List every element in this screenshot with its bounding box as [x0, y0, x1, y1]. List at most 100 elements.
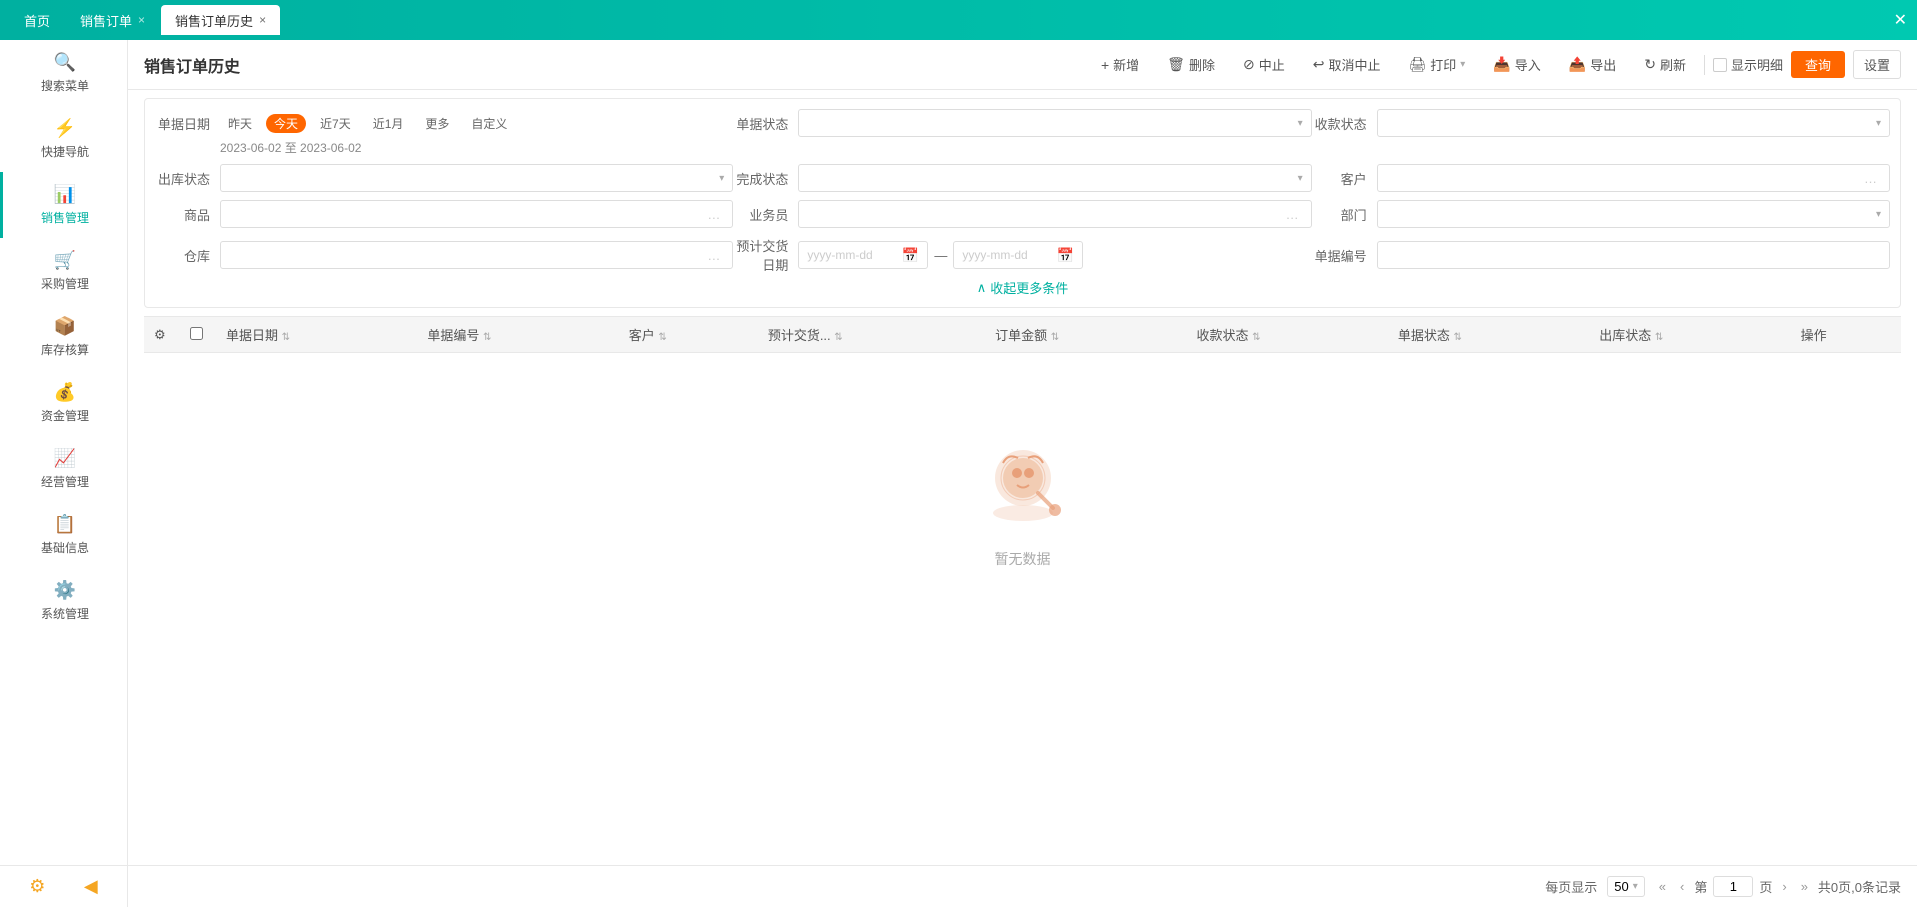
sidebar-item-system[interactable]: ⚙️ 系统管理: [0, 568, 127, 634]
import-button[interactable]: 📥 导入: [1483, 51, 1550, 78]
th-checkbox[interactable]: [180, 317, 216, 353]
salesperson-input[interactable]: …: [798, 200, 1311, 228]
sidebar-inventory-label: 库存核算: [41, 341, 89, 358]
add-icon: +: [1101, 57, 1109, 73]
th-settings[interactable]: ⚙: [144, 317, 180, 353]
tab-sales-order-close[interactable]: ×: [138, 13, 145, 27]
complete-arrow-icon: ▾: [1298, 173, 1303, 184]
doc-status-select[interactable]: ▾: [798, 109, 1311, 137]
date-tag-1month[interactable]: 近1月: [365, 114, 412, 133]
department-label: 部门: [1312, 205, 1377, 224]
th-doc-no-sort-icon[interactable]: ⇅: [483, 332, 491, 343]
add-label: 新增: [1113, 55, 1139, 74]
th-customer-sort-icon[interactable]: ⇅: [658, 332, 666, 343]
next-page-button[interactable]: ›: [1778, 877, 1790, 896]
outbound-arrow-icon: ▾: [719, 173, 724, 184]
sidebar-item-basic-info[interactable]: 📋 基础信息: [0, 502, 127, 568]
th-delivery-label: 预计交货...: [768, 328, 831, 343]
show-detail-wrap: 显示明细: [1713, 55, 1783, 74]
last-page-button[interactable]: »: [1797, 877, 1812, 896]
chevron-up-icon: ∧: [977, 280, 987, 296]
sidebar-item-sales[interactable]: 📊 销售管理: [0, 172, 127, 238]
filter-cell-department: 部门 ▾: [1312, 200, 1890, 228]
sidebar-item-finance[interactable]: 💰 资金管理: [0, 370, 127, 436]
cancel-stop-label: 取消中止: [1328, 55, 1380, 74]
export-button[interactable]: 📤 导出: [1559, 51, 1626, 78]
th-doc-no: 单据编号 ⇅: [417, 317, 618, 353]
table-footer: 每页显示 50 ▾ « ‹ 第 页 › » 共0页,0条记录: [128, 865, 1917, 907]
warehouse-input[interactable]: …: [220, 241, 733, 269]
top-bar-right: ✕: [1894, 10, 1907, 30]
th-payment-status-sort-icon[interactable]: ⇅: [1252, 332, 1260, 343]
th-doc-date-sort-icon[interactable]: ⇅: [282, 332, 290, 343]
pagination: « ‹ 第 页 › » 共0页,0条记录: [1655, 876, 1901, 897]
query-button[interactable]: 查询: [1791, 51, 1845, 78]
warehouse-dots-icon[interactable]: …: [703, 248, 724, 263]
page-size-arrow-icon: ▾: [1633, 881, 1638, 892]
sidebar-collapse-icon[interactable]: ◀: [84, 876, 98, 897]
delete-button[interactable]: 🗑 删除: [1157, 51, 1225, 78]
delivery-date-start[interactable]: yyyy-mm-dd 📅: [798, 241, 928, 269]
sidebar-item-search[interactable]: 🔍 搜索菜单: [0, 40, 127, 106]
select-all-checkbox[interactable]: [190, 327, 203, 340]
filter-cell-salesperson: 业务员 …: [733, 200, 1311, 228]
product-input[interactable]: …: [220, 200, 733, 228]
filter-cell-outbound-status: 出库状态 ▾: [155, 164, 733, 192]
page-number-input[interactable]: [1713, 876, 1753, 897]
date-tag-yesterday[interactable]: 昨天: [220, 114, 260, 133]
settings-gear-icon[interactable]: ⚙: [154, 327, 166, 342]
tab-sales-history-close[interactable]: ×: [259, 13, 266, 27]
outbound-select[interactable]: ▾: [220, 164, 733, 192]
date-tag-today[interactable]: 今天: [266, 114, 306, 133]
window-close-icon[interactable]: ✕: [1894, 10, 1907, 30]
show-detail-checkbox[interactable]: [1713, 58, 1727, 72]
settings-button[interactable]: 设置: [1853, 50, 1901, 79]
payment-status-select[interactable]: ▾: [1377, 109, 1890, 137]
sidebar-item-operations[interactable]: 📈 经营管理: [0, 436, 127, 502]
th-delivery-sort-icon[interactable]: ⇅: [834, 332, 842, 343]
print-button[interactable]: 🖨 打印 ▾: [1398, 51, 1475, 78]
page-size-select[interactable]: 50 ▾: [1607, 876, 1645, 897]
department-select[interactable]: ▾: [1377, 200, 1890, 228]
delete-label: 删除: [1189, 55, 1215, 74]
th-doc-status-sort-icon[interactable]: ⇅: [1454, 332, 1462, 343]
th-outbound-status-sort-icon[interactable]: ⇅: [1655, 332, 1663, 343]
filter-cell-payment-status: 收款状态 ▾: [1312, 109, 1890, 137]
date-tag-more[interactable]: 更多: [417, 114, 457, 133]
prev-page-button[interactable]: ‹: [1676, 877, 1688, 896]
th-order-amount-sort-icon[interactable]: ⇅: [1051, 332, 1059, 343]
settings-label: 设置: [1864, 55, 1890, 74]
system-icon: ⚙️: [54, 580, 76, 601]
complete-label: 完成状态: [733, 169, 798, 188]
sidebar-item-purchase[interactable]: 🛒 采购管理: [0, 238, 127, 304]
tab-sales-order[interactable]: 销售订单 ×: [66, 5, 159, 35]
department-content: ▾: [1377, 200, 1890, 228]
doc-no-input[interactable]: [1377, 241, 1890, 269]
customer-input[interactable]: …: [1377, 164, 1890, 192]
page-suffix: 页: [1759, 877, 1772, 896]
sidebar-settings-icon[interactable]: ⚙: [29, 876, 45, 897]
stop-button[interactable]: ⊘ 中止: [1233, 51, 1295, 78]
table-body: 暂无数据: [144, 353, 1901, 650]
tab-home[interactable]: 首页: [10, 5, 64, 35]
delivery-date-start-cal-icon: 📅: [902, 247, 919, 264]
tab-sales-history[interactable]: 销售订单历史 ×: [161, 5, 280, 35]
refresh-button[interactable]: ↻ 刷新: [1634, 51, 1696, 78]
product-dots-icon[interactable]: …: [703, 207, 724, 222]
add-button[interactable]: + 新增: [1091, 51, 1149, 78]
collapse-button[interactable]: ∧ 收起更多条件: [977, 278, 1069, 297]
sidebar-item-quicknav[interactable]: ⚡ 快捷导航: [0, 106, 127, 172]
salesperson-dots-icon[interactable]: …: [1282, 207, 1303, 222]
complete-select[interactable]: ▾: [798, 164, 1311, 192]
table-header: ⚙ 单据日期 ⇅ 单据编号 ⇅: [144, 317, 1901, 353]
date-tag-row: 昨天 今天 近7天 近1月 更多 自定义: [220, 114, 515, 133]
date-tag-custom[interactable]: 自定义: [463, 114, 515, 133]
sidebar-quicknav-label: 快捷导航: [41, 143, 89, 160]
outbound-label: 出库状态: [155, 169, 220, 188]
sidebar-item-inventory[interactable]: 📦 库存核算: [0, 304, 127, 370]
customer-dots-icon[interactable]: …: [1860, 171, 1881, 186]
cancel-stop-button[interactable]: ↩ 取消中止: [1303, 51, 1391, 78]
first-page-button[interactable]: «: [1655, 877, 1670, 896]
delivery-date-end[interactable]: yyyy-mm-dd 📅: [953, 241, 1083, 269]
date-tag-7days[interactable]: 近7天: [312, 114, 359, 133]
